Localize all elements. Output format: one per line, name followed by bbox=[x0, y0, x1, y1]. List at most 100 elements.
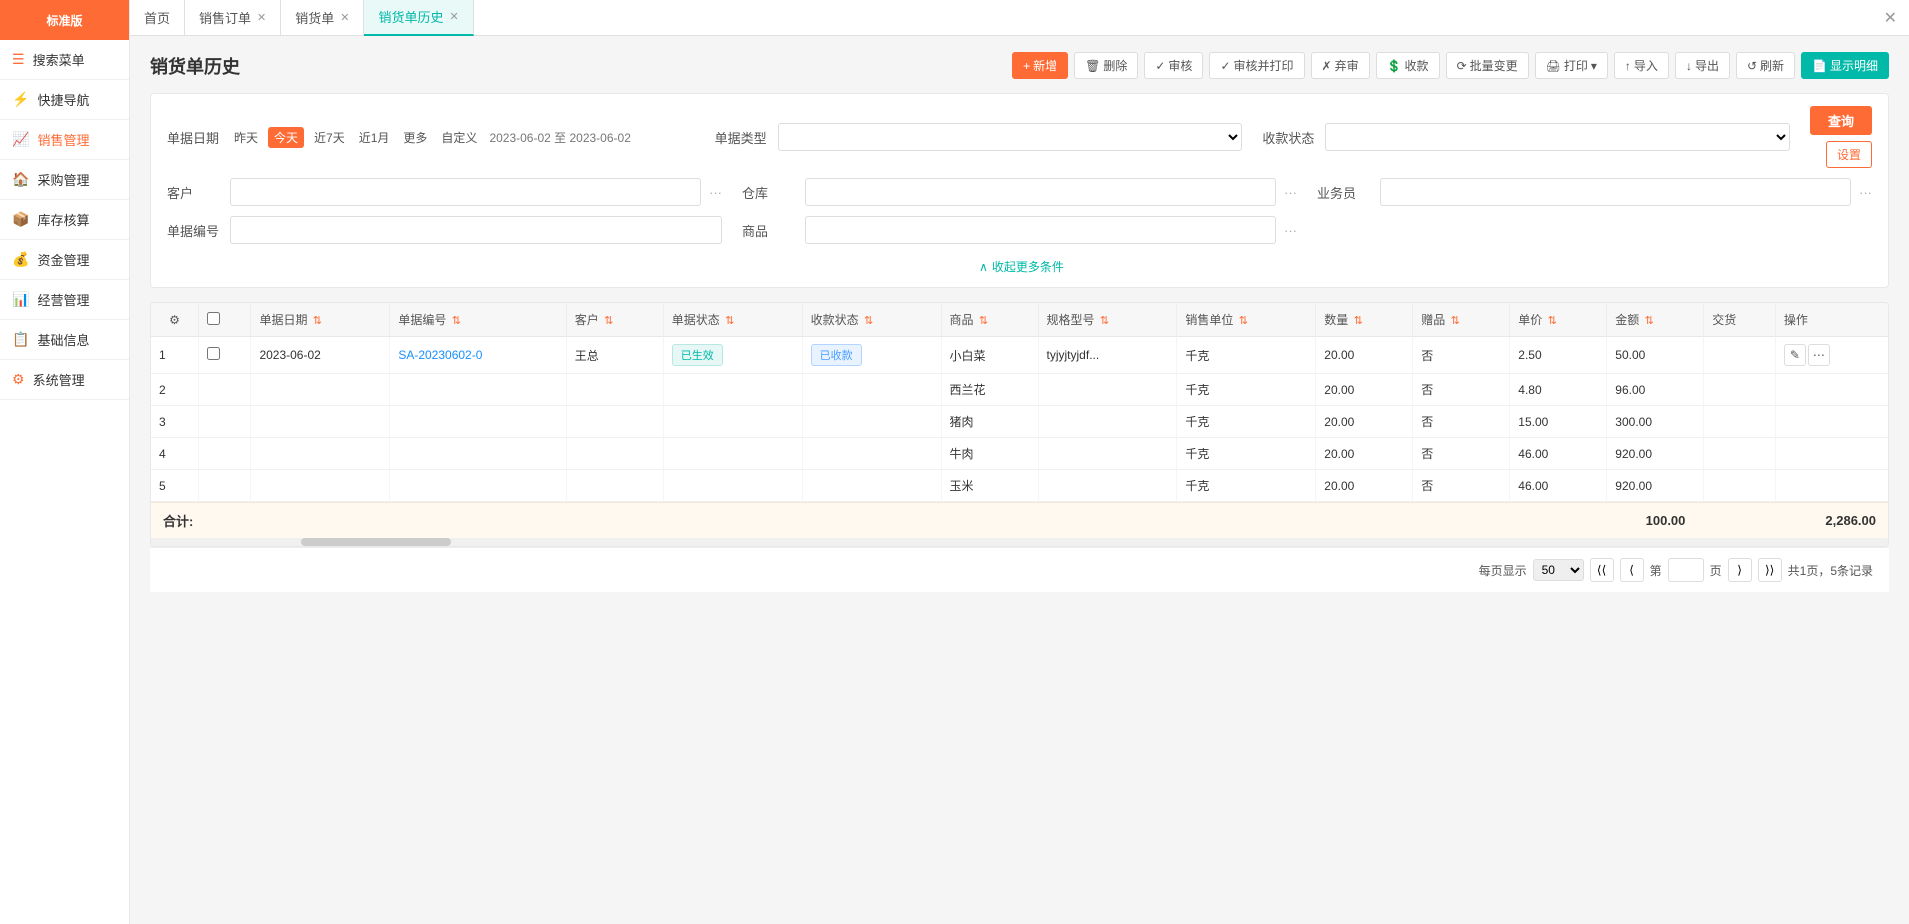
row-transaction bbox=[1704, 470, 1776, 502]
row-doc-date bbox=[251, 406, 390, 438]
col-doc-no-label: 单据编号 bbox=[398, 313, 446, 327]
row-doc-no[interactable]: SA-20230602-0 bbox=[390, 337, 566, 374]
date-btn-today[interactable]: 今天 bbox=[268, 127, 304, 148]
goods-ellipsis[interactable]: ··· bbox=[1284, 223, 1297, 238]
tab-sales-goods[interactable]: 销货单 ✕ bbox=[281, 0, 364, 36]
row-checkbox[interactable] bbox=[199, 438, 251, 470]
audit-button[interactable]: ✓ 审核 bbox=[1144, 52, 1203, 79]
col-checkbox[interactable] bbox=[199, 303, 251, 337]
date-btn-yesterday[interactable]: 昨天 bbox=[230, 127, 262, 148]
sidebar-item-ops[interactable]: 📊 经营管理 bbox=[0, 280, 129, 320]
col-amount[interactable]: 金额 ⇅ bbox=[1607, 303, 1704, 337]
horizontal-scrollbar[interactable] bbox=[151, 538, 1888, 546]
sidebar-item-basic-info[interactable]: 📋 基础信息 bbox=[0, 320, 129, 360]
show-detail-button[interactable]: 📄 显示明细 bbox=[1801, 52, 1889, 79]
sidebar-item-sys-mgmt[interactable]: ⚙ 系统管理 bbox=[0, 360, 129, 400]
sidebar-item-fund[interactable]: 💰 资金管理 bbox=[0, 240, 129, 280]
page-input[interactable]: 1 bbox=[1668, 558, 1704, 582]
abandon-button[interactable]: ✗ 弃审 bbox=[1311, 52, 1370, 79]
row-checkbox[interactable] bbox=[199, 470, 251, 502]
show-detail-label: 显示明细 bbox=[1830, 57, 1878, 74]
col-doc-status[interactable]: 单据状态 ⇅ bbox=[663, 303, 802, 337]
date-btn-more[interactable]: 更多 bbox=[399, 127, 431, 148]
audit-icon: ✓ bbox=[1155, 59, 1165, 73]
col-qty[interactable]: 数量 ⇅ bbox=[1316, 303, 1413, 337]
row-gift: 否 bbox=[1413, 406, 1510, 438]
col-gift[interactable]: 赠品 ⇅ bbox=[1413, 303, 1510, 337]
settings-button[interactable]: 设置 bbox=[1826, 141, 1872, 168]
tab-sales-order[interactable]: 销售订单 ✕ bbox=[185, 0, 281, 36]
col-doc-no[interactable]: 单据编号 ⇅ bbox=[390, 303, 566, 337]
query-button[interactable]: 查询 bbox=[1810, 106, 1872, 135]
page-header: 销货单历史 + 新增 🗑 删除 ✓ 审核 ✓ 审核并打印 bbox=[150, 52, 1889, 79]
select-all-checkbox[interactable] bbox=[207, 312, 220, 325]
tab-sales-goods-close[interactable]: ✕ bbox=[340, 11, 349, 24]
row-edit-button[interactable]: ✎ bbox=[1784, 344, 1806, 366]
collect-button[interactable]: 💲 收款 bbox=[1376, 52, 1440, 79]
row-checkbox[interactable] bbox=[199, 337, 251, 374]
col-sales-unit-label: 销售单位 bbox=[1185, 313, 1233, 327]
ops-icon: 📊 bbox=[12, 291, 29, 308]
date-btn-1month[interactable]: 近1月 bbox=[355, 127, 394, 148]
col-gear[interactable]: ⚙ bbox=[151, 303, 199, 337]
tab-sales-order-close[interactable]: ✕ bbox=[257, 11, 266, 24]
col-spec-type-label: 规格型号 bbox=[1047, 313, 1095, 327]
sidebar-item-inventory[interactable]: 📦 库存核算 bbox=[0, 200, 129, 240]
sales-icon: 📈 bbox=[12, 131, 29, 148]
date-btn-7days[interactable]: 近7天 bbox=[310, 127, 349, 148]
col-sales-unit[interactable]: 销售单位 ⇅ bbox=[1177, 303, 1316, 337]
row-num: 3 bbox=[151, 406, 199, 438]
next-page-button[interactable]: ⟩ bbox=[1728, 558, 1752, 582]
sidebar-item-purchase[interactable]: 🏠 采购管理 bbox=[0, 160, 129, 200]
col-spec-type[interactable]: 规格型号 ⇅ bbox=[1038, 303, 1177, 337]
last-page-button[interactable]: ⟩⟩ bbox=[1758, 558, 1782, 582]
customer-input[interactable] bbox=[230, 178, 701, 206]
page-label: 第 bbox=[1650, 562, 1662, 579]
tab-home[interactable]: 首页 bbox=[130, 0, 185, 36]
scrollbar-thumb[interactable] bbox=[301, 538, 451, 546]
row-goods: 玉米 bbox=[941, 470, 1038, 502]
sidebar-item-sales[interactable]: 📈 销售管理 bbox=[0, 120, 129, 160]
salesperson-input[interactable] bbox=[1380, 178, 1851, 206]
row-checkbox[interactable] bbox=[199, 406, 251, 438]
row-payment-status: 已收款 bbox=[802, 337, 941, 374]
sidebar-item-search-menu[interactable]: ☰ 搜索菜单 bbox=[0, 40, 129, 80]
collapse-button[interactable]: ∧ 收起更多条件 bbox=[167, 254, 1872, 275]
date-btn-custom[interactable]: 自定义 bbox=[437, 127, 481, 148]
tab-sales-history-close[interactable]: ✕ bbox=[450, 10, 459, 23]
row-customer bbox=[566, 470, 663, 502]
prev-page-button[interactable]: ⟨ bbox=[1620, 558, 1644, 582]
audit-print-button[interactable]: ✓ 审核并打印 bbox=[1209, 52, 1304, 79]
col-transaction[interactable]: 交货 bbox=[1704, 303, 1776, 337]
col-doc-date[interactable]: 单据日期 ⇅ bbox=[251, 303, 390, 337]
salesperson-ellipsis[interactable]: ··· bbox=[1859, 185, 1872, 200]
tab-sales-history[interactable]: 销货单历史 ✕ bbox=[364, 0, 473, 36]
batch-change-button[interactable]: ⟳ 批量变更 bbox=[1446, 52, 1529, 79]
payment-status-select[interactable] bbox=[1325, 123, 1790, 151]
customer-ellipsis[interactable]: ··· bbox=[709, 185, 722, 200]
import-button[interactable]: ↑ 导入 bbox=[1614, 52, 1669, 79]
export-button[interactable]: ↓ 导出 bbox=[1675, 52, 1730, 79]
col-payment-status[interactable]: 收款状态 ⇅ bbox=[802, 303, 941, 337]
row-select-checkbox[interactable] bbox=[207, 347, 220, 360]
row-more-button[interactable]: ⋯ bbox=[1808, 344, 1830, 366]
col-unit-price[interactable]: 单价 ⇅ bbox=[1510, 303, 1607, 337]
first-page-button[interactable]: ⟨⟨ bbox=[1590, 558, 1614, 582]
col-goods[interactable]: 商品 ⇅ bbox=[941, 303, 1038, 337]
sidebar-item-quick-nav[interactable]: ⚡ 快捷导航 bbox=[0, 80, 129, 120]
row-sales-unit: 千克 bbox=[1177, 374, 1316, 406]
warehouse-ellipsis[interactable]: ··· bbox=[1284, 185, 1297, 200]
tab-close-all-button[interactable]: ✕ bbox=[1872, 8, 1909, 28]
page-size-select[interactable]: 50 10 20 100 bbox=[1533, 559, 1584, 581]
goods-input[interactable] bbox=[805, 216, 1276, 244]
doc-type-select[interactable] bbox=[778, 123, 1243, 151]
print-button[interactable]: 🖨 打印 ▾ bbox=[1535, 52, 1608, 79]
refresh-button[interactable]: ↺ 刷新 bbox=[1736, 52, 1795, 79]
row-unit-price: 4.80 bbox=[1510, 374, 1607, 406]
new-button[interactable]: + 新增 bbox=[1012, 52, 1068, 79]
delete-button[interactable]: 🗑 删除 bbox=[1074, 52, 1138, 79]
col-customer[interactable]: 客户 ⇅ bbox=[566, 303, 663, 337]
doc-no-input[interactable] bbox=[230, 216, 722, 244]
warehouse-input[interactable] bbox=[805, 178, 1276, 206]
row-checkbox[interactable] bbox=[199, 374, 251, 406]
